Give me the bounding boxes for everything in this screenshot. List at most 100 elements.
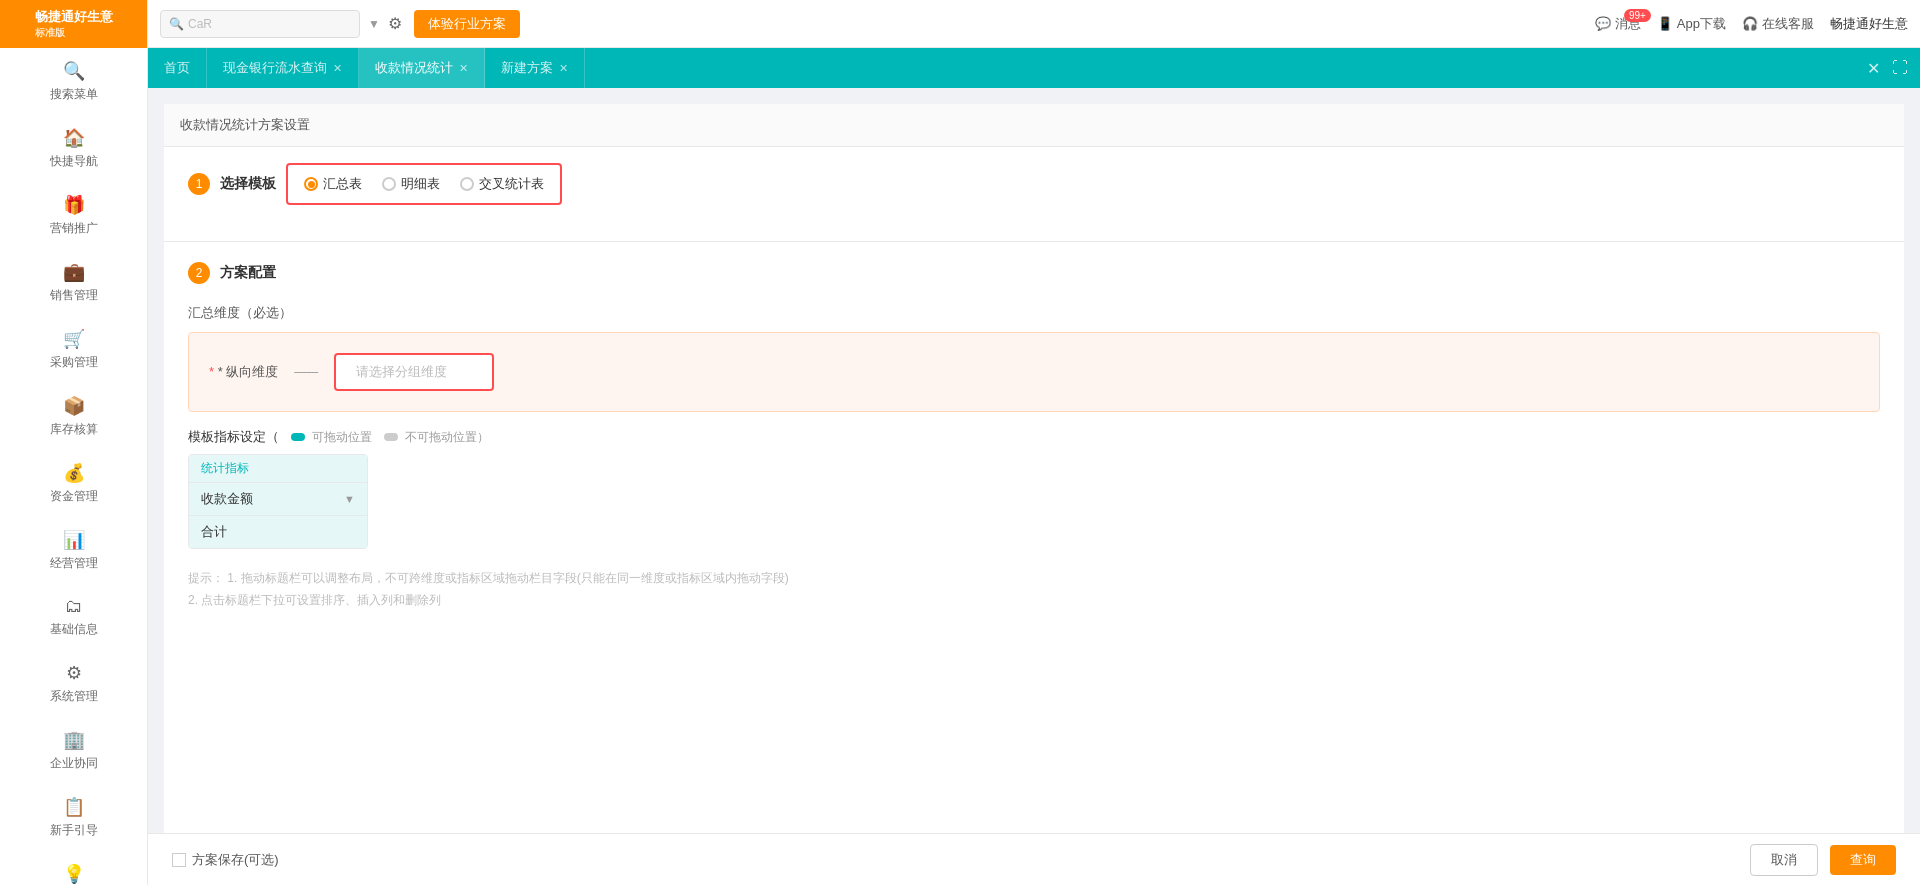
service-label: 在线客服 [1762, 15, 1814, 33]
radio-circle-detail [382, 177, 396, 191]
movable-badge-inactive [384, 433, 398, 441]
sidebar-item-enterprise[interactable]: 🏢 企业协同 [0, 717, 147, 784]
tab-home[interactable]: 首页 [148, 48, 207, 88]
sidebar-item-inventory[interactable]: 📦 库存核算 [0, 383, 147, 450]
sidebar: 畅捷通好生意 标准版 🔍 搜索菜单 🏠 快捷导航 🎁 营销推广 💼 销售管理 🛒… [0, 0, 148, 885]
sidebar-item-basic[interactable]: 🗂 基础信息 [0, 584, 147, 650]
close-window-icon[interactable]: ✕ [1867, 59, 1880, 78]
sidebar-nav: 🔍 搜索菜单 🏠 快捷导航 🎁 营销推广 💼 销售管理 🛒 采购管理 📦 库存核… [0, 48, 147, 885]
metrics-legend: 模板指标设定（ 可拖动位置 不可拖动位置） [188, 428, 1880, 446]
tab-label-home: 首页 [164, 59, 190, 77]
trial-button[interactable]: 体验行业方案 [414, 10, 520, 38]
sidebar-item-finance[interactable]: 💰 资金管理 [0, 450, 147, 517]
radio-group: 汇总表 明细表 交叉统计表 [304, 175, 544, 193]
search-icon: 🔍 [169, 17, 184, 31]
inventory-icon: 📦 [63, 395, 85, 417]
purchase-icon: 🛒 [63, 328, 85, 350]
sidebar-label-inventory: 库存核算 [50, 421, 98, 438]
sidebar-logo: 畅捷通好生意 标准版 [0, 0, 147, 48]
service-action[interactable]: 🎧 在线客服 [1742, 15, 1814, 33]
save-checkbox[interactable] [172, 853, 186, 867]
tab-close-cash-flow[interactable]: ✕ [333, 62, 342, 75]
divider-1 [164, 241, 1904, 242]
tab-cash-flow[interactable]: 现金银行流水查询 ✕ [207, 48, 359, 88]
cancel-button[interactable]: 取消 [1750, 844, 1818, 876]
step2-num: 2 [188, 262, 210, 284]
sidebar-item-sales[interactable]: 💼 销售管理 [0, 249, 147, 316]
logo-sub: 标准版 [35, 26, 113, 40]
radio-summary[interactable]: 汇总表 [304, 175, 362, 193]
sidebar-item-guide[interactable]: 📋 新手引导 [0, 784, 147, 851]
metrics-name: 收款金额 [201, 490, 344, 508]
sidebar-label-guide: 新手引导 [50, 822, 98, 839]
download-icon: 📱 [1657, 16, 1673, 31]
page-content: 收款情况统计方案设置 1 选择模板 汇总表 [164, 104, 1904, 869]
topbar-actions: 💬 消息 99+ 📱 App下载 🎧 在线客服 畅捷通好生意 [1595, 15, 1908, 33]
sidebar-label-sales: 销售管理 [50, 287, 98, 304]
tab-close-new-plan[interactable]: ✕ [559, 62, 568, 75]
sidebar-item-operation[interactable]: 📊 经营管理 [0, 517, 147, 584]
legend-unmovable: 不可拖动位置） [384, 429, 489, 446]
guide-icon: 📋 [63, 796, 85, 818]
download-action[interactable]: 📱 App下载 [1657, 15, 1726, 33]
query-button[interactable]: 查询 [1830, 845, 1896, 875]
quick-nav-icon: 🏠 [63, 127, 85, 149]
dimension-area: * * 纵向维度 —— 请选择分组维度 [188, 332, 1880, 412]
message-action[interactable]: 💬 消息 99+ [1595, 15, 1641, 33]
sidebar-label-quick-nav: 快捷导航 [50, 153, 98, 170]
search-text: CaR [188, 17, 212, 31]
tab-label-new-plan: 新建方案 [501, 59, 553, 77]
tab-label-cash-flow: 现金银行流水查询 [223, 59, 327, 77]
sidebar-label-marketing: 营销推广 [50, 220, 98, 237]
radio-cross[interactable]: 交叉统计表 [460, 175, 544, 193]
window-controls: ✕ ⛶ [1867, 48, 1920, 88]
save-label: 方案保存(可选) [192, 851, 279, 869]
radio-detail[interactable]: 明细表 [382, 175, 440, 193]
dimension-selector[interactable]: 请选择分组维度 [334, 353, 494, 391]
bottom-bar: 方案保存(可选) 取消 查询 [148, 833, 1920, 885]
maximize-window-icon[interactable]: ⛶ [1892, 59, 1908, 77]
tips-line2: 2. 点击标题栏下拉可设置排序、插入列和删除列 [188, 590, 1880, 612]
sidebar-item-purchase[interactable]: 🛒 采购管理 [0, 316, 147, 383]
template-selection-box: 汇总表 明细表 交叉统计表 [286, 163, 562, 205]
sidebar-item-quick-nav[interactable]: 🏠 快捷导航 [0, 115, 147, 182]
radio-circle-summary [304, 177, 318, 191]
sidebar-label-basic: 基础信息 [50, 621, 98, 638]
movable-badge-active [291, 433, 305, 441]
sidebar-label-enterprise: 企业协同 [50, 755, 98, 772]
radio-circle-cross [460, 177, 474, 191]
metrics-label: 模板指标设定（ [188, 428, 279, 446]
metrics-dropdown-icon[interactable]: ▼ [344, 493, 355, 505]
search-input[interactable]: 🔍 CaR [160, 10, 360, 38]
radio-detail-label: 明细表 [401, 175, 440, 193]
dim-row-label: * * 纵向维度 [209, 363, 278, 381]
username: 畅捷通好生意 [1830, 15, 1908, 33]
sidebar-label-system: 系统管理 [50, 688, 98, 705]
metrics-metric-row[interactable]: 收款金额 ▼ [189, 483, 367, 516]
topbar: 🔍 CaR ▼ ⚙ 体验行业方案 💬 消息 99+ 📱 App下载 🎧 在线客服… [148, 0, 1920, 48]
sidebar-item-marketing[interactable]: 🎁 营销推广 [0, 182, 147, 249]
config-section: 汇总维度（必选） * * 纵向维度 —— 请选择分组维度 [188, 304, 1880, 552]
tab-close-receipt-stats[interactable]: ✕ [459, 62, 468, 75]
tips-section: 提示： 1. 拖动标题栏可以调整布局，不可跨维度或指标区域拖动栏目字段(只能在同… [188, 568, 1880, 619]
sidebar-item-system[interactable]: ⚙ 系统管理 [0, 650, 147, 717]
tab-new-plan[interactable]: 新建方案 ✕ [485, 48, 585, 88]
logo-text: 畅捷通好生意 [35, 8, 113, 26]
sidebar-label-operation: 经营管理 [50, 555, 98, 572]
download-label: App下载 [1677, 15, 1726, 33]
metrics-section-header: 统计指标 [189, 455, 367, 483]
metrics-total-row: 合计 [189, 516, 367, 548]
dimension-title: 汇总维度（必选） [188, 304, 1880, 322]
marketing-icon: 🎁 [63, 194, 85, 216]
service-icon: 🎧 [1742, 16, 1758, 31]
chevron-down-icon[interactable]: ▼ [368, 17, 380, 31]
message-icon: 💬 [1595, 16, 1611, 31]
tab-receipt-stats[interactable]: 收款情况统计✕ [359, 48, 485, 88]
sidebar-label-purchase: 采购管理 [50, 354, 98, 371]
radio-cross-label: 交叉统计表 [479, 175, 544, 193]
sidebar-item-hardware[interactable]: 💡 智能硬件 [0, 851, 147, 885]
radio-summary-label: 汇总表 [323, 175, 362, 193]
sidebar-item-search[interactable]: 🔍 搜索菜单 [0, 48, 147, 115]
dim-arrow-icon: —— [294, 365, 318, 379]
gear-icon[interactable]: ⚙ [388, 14, 402, 33]
